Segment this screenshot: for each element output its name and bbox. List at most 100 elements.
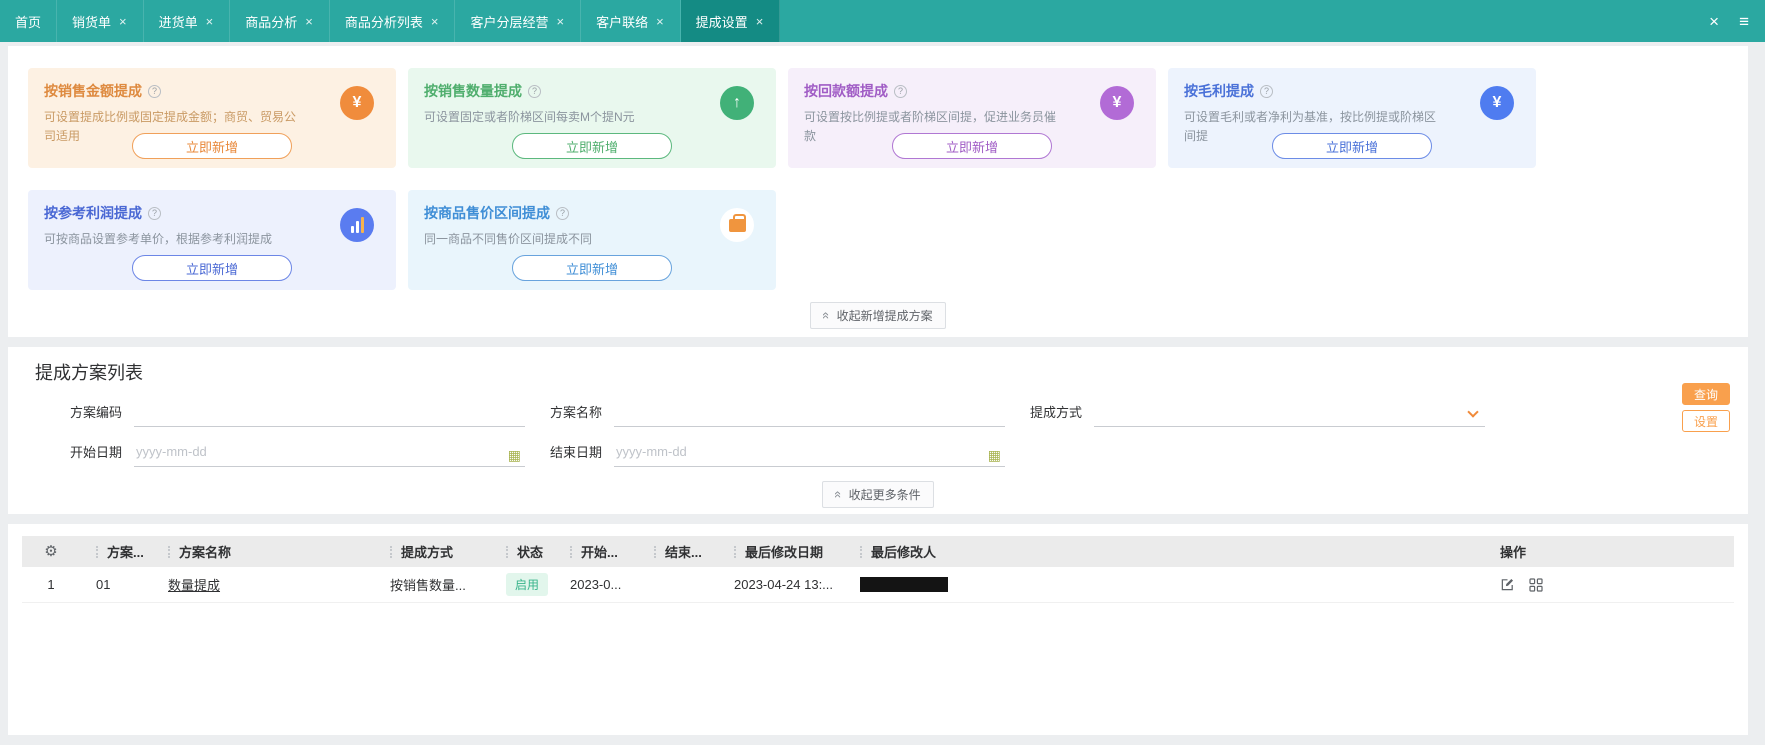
tab-home[interactable]: 首页 (0, 0, 58, 42)
bar-chart-icon (340, 208, 374, 242)
settings-button[interactable]: 设置 (1682, 410, 1730, 432)
column-handle-icon (734, 545, 736, 558)
tab-customer-tiering[interactable]: 客户分层经营 × (455, 0, 582, 42)
row-start-date: 2023-0... (570, 577, 622, 592)
header-start-date[interactable]: 开始... (554, 542, 638, 561)
card-gross-profit-commission: 按毛利提成 ? 可设置毛利或者净利为基准，按比例提或阶梯区间提 ¥ 立即新增 (1168, 68, 1536, 168)
plan-code-label: 方案编码 (70, 405, 123, 420)
header-actions: 操作 (1500, 545, 1527, 560)
card-price-range-commission: 按商品售价区间提成 ? 同一商品不同售价区间提成不同 立即新增 (408, 190, 776, 290)
close-icon[interactable]: × (205, 14, 215, 29)
close-all-icon[interactable]: × (1709, 13, 1719, 30)
start-date-input[interactable] (134, 441, 525, 467)
header-method[interactable]: 提成方式 (374, 542, 490, 561)
card-desc: 可设置固定或者阶梯区间每卖M个提N元 (424, 110, 635, 124)
add-now-button[interactable]: 立即新增 (132, 133, 292, 159)
close-icon[interactable]: × (430, 14, 440, 29)
column-handle-icon (506, 545, 508, 558)
table-row[interactable]: 1 01 数量提成 按销售数量... 启用 2023-0... 2023-04-… (22, 567, 1734, 603)
card-sales-quantity-commission: 按销售数量提成 ? 可设置固定或者阶梯区间每卖M个提N元 ↑ 立即新增 (408, 68, 776, 168)
tab-label: 进货单 (158, 14, 198, 30)
add-now-button[interactable]: 立即新增 (132, 255, 292, 281)
column-handle-icon (96, 545, 98, 558)
chevron-down-icon (1467, 406, 1479, 418)
calendar-icon[interactable]: ▦ (508, 448, 521, 462)
add-now-button[interactable]: 立即新增 (512, 255, 672, 281)
card-title: 按毛利提成 (1184, 83, 1254, 99)
money-pouch-icon: ¥ (1480, 86, 1514, 120)
tab-label: 商品分析列表 (344, 14, 423, 30)
column-handle-icon (654, 545, 656, 558)
menu-icon[interactable]: ≡ (1739, 13, 1749, 30)
card-title: 按销售数量提成 (424, 83, 522, 99)
commission-method-select[interactable] (1094, 401, 1485, 427)
column-handle-icon (860, 545, 862, 558)
redacted-modified-by (860, 577, 948, 592)
page-title: 提成方案列表 (35, 363, 143, 383)
collapse-filters-button[interactable]: « 收起更多条件 (822, 481, 934, 508)
plan-table-panel: ⚙ 方案... 方案名称 提成方式 状态 开始... 结束... 最后修改日期 (8, 524, 1748, 735)
plan-name-input[interactable] (614, 401, 1005, 427)
grid-icon[interactable] (1529, 577, 1543, 592)
tab-label: 销货单 (72, 14, 112, 30)
edit-icon[interactable] (1500, 577, 1515, 592)
tab-commission-settings[interactable]: 提成设置 × (680, 0, 781, 42)
header-plan-code[interactable]: 方案... (80, 542, 152, 561)
calendar-icon[interactable]: ▦ (988, 448, 1001, 462)
close-icon[interactable]: × (755, 14, 765, 29)
cards-grid: 按销售金额提成 ? 可设置提成比例或固定提成金额；商贸、贸易公司适用 ¥ 立即新… (28, 68, 1548, 290)
close-icon[interactable]: × (555, 14, 565, 29)
plan-name-link[interactable]: 数量提成 (168, 575, 220, 594)
end-date-label: 结束日期 (550, 445, 603, 460)
header-end-date[interactable]: 结束... (638, 542, 718, 561)
end-date-input[interactable] (614, 441, 1005, 467)
info-icon[interactable]: ? (556, 206, 569, 220)
start-date-label: 开始日期 (70, 445, 123, 460)
table-header: ⚙ 方案... 方案名称 提成方式 状态 开始... 结束... 最后修改日期 (22, 536, 1734, 567)
tab-product-analysis-list[interactable]: 商品分析列表 × (330, 0, 456, 42)
tab-purchase-invoice[interactable]: 进货单 × (144, 0, 231, 42)
column-settings-cell[interactable]: ⚙ (22, 544, 80, 559)
row-modified-date: 2023-04-24 13:... (734, 577, 834, 592)
header-status[interactable]: 状态 (490, 542, 554, 561)
info-icon[interactable]: ? (894, 84, 907, 98)
card-desc: 同一商品不同售价区间提成不同 (424, 232, 593, 246)
close-icon[interactable]: × (304, 14, 314, 29)
topbar-actions: × ≡ (1693, 0, 1765, 42)
close-icon[interactable]: × (118, 14, 128, 29)
add-now-button[interactable]: 立即新增 (1272, 133, 1432, 159)
card-reference-profit-commission: 按参考利润提成 ? 可按商品设置参考单价，根据参考利润提成 立即新增 (28, 190, 396, 290)
tab-product-analysis[interactable]: 商品分析 × (230, 0, 330, 42)
row-plan-code: 01 (96, 577, 111, 592)
info-icon[interactable]: ? (528, 84, 541, 98)
add-now-button[interactable]: 立即新增 (512, 133, 672, 159)
card-title: 按商品售价区间提成 (424, 205, 550, 221)
header-plan-name[interactable]: 方案名称 (152, 542, 374, 561)
plan-code-input[interactable] (134, 401, 525, 427)
column-handle-icon (168, 545, 170, 558)
gear-icon[interactable]: ⚙ (44, 544, 57, 559)
chevron-up-icon: « (819, 311, 835, 320)
add-now-button[interactable]: 立即新增 (892, 133, 1052, 159)
tab-label: 客户分层经营 (470, 14, 549, 30)
header-modified-date[interactable]: 最后修改日期 (718, 542, 844, 561)
commission-method-label: 提成方式 (1030, 405, 1083, 420)
collapse-filters-label: 收起更多条件 (848, 488, 921, 502)
tab-label: 商品分析 (245, 14, 298, 30)
plan-name-label: 方案名称 (550, 405, 603, 420)
chevron-up-icon: « (831, 490, 847, 499)
info-icon[interactable]: ? (148, 206, 161, 220)
close-icon[interactable]: × (655, 14, 665, 29)
status-badge: 启用 (506, 573, 549, 596)
search-button[interactable]: 查询 (1682, 383, 1730, 405)
collapse-cards-button[interactable]: « 收起新增提成方案 (810, 302, 946, 329)
tab-customer-contact[interactable]: 客户联络 × (581, 0, 681, 42)
card-payment-collection-commission: 按回款额提成 ? 可设置按比例提或者阶梯区间提，促进业务员催款 ¥ 立即新增 (788, 68, 1156, 168)
briefcase-icon (720, 208, 754, 242)
row-method: 按销售数量... (390, 578, 466, 593)
info-icon[interactable]: ? (148, 84, 161, 98)
info-icon[interactable]: ? (1260, 84, 1273, 98)
tab-sales-invoice[interactable]: 销货单 × (57, 0, 144, 42)
header-modified-by[interactable]: 最后修改人 (844, 542, 1484, 561)
arrow-up-bag-icon: ↑ (720, 86, 754, 120)
